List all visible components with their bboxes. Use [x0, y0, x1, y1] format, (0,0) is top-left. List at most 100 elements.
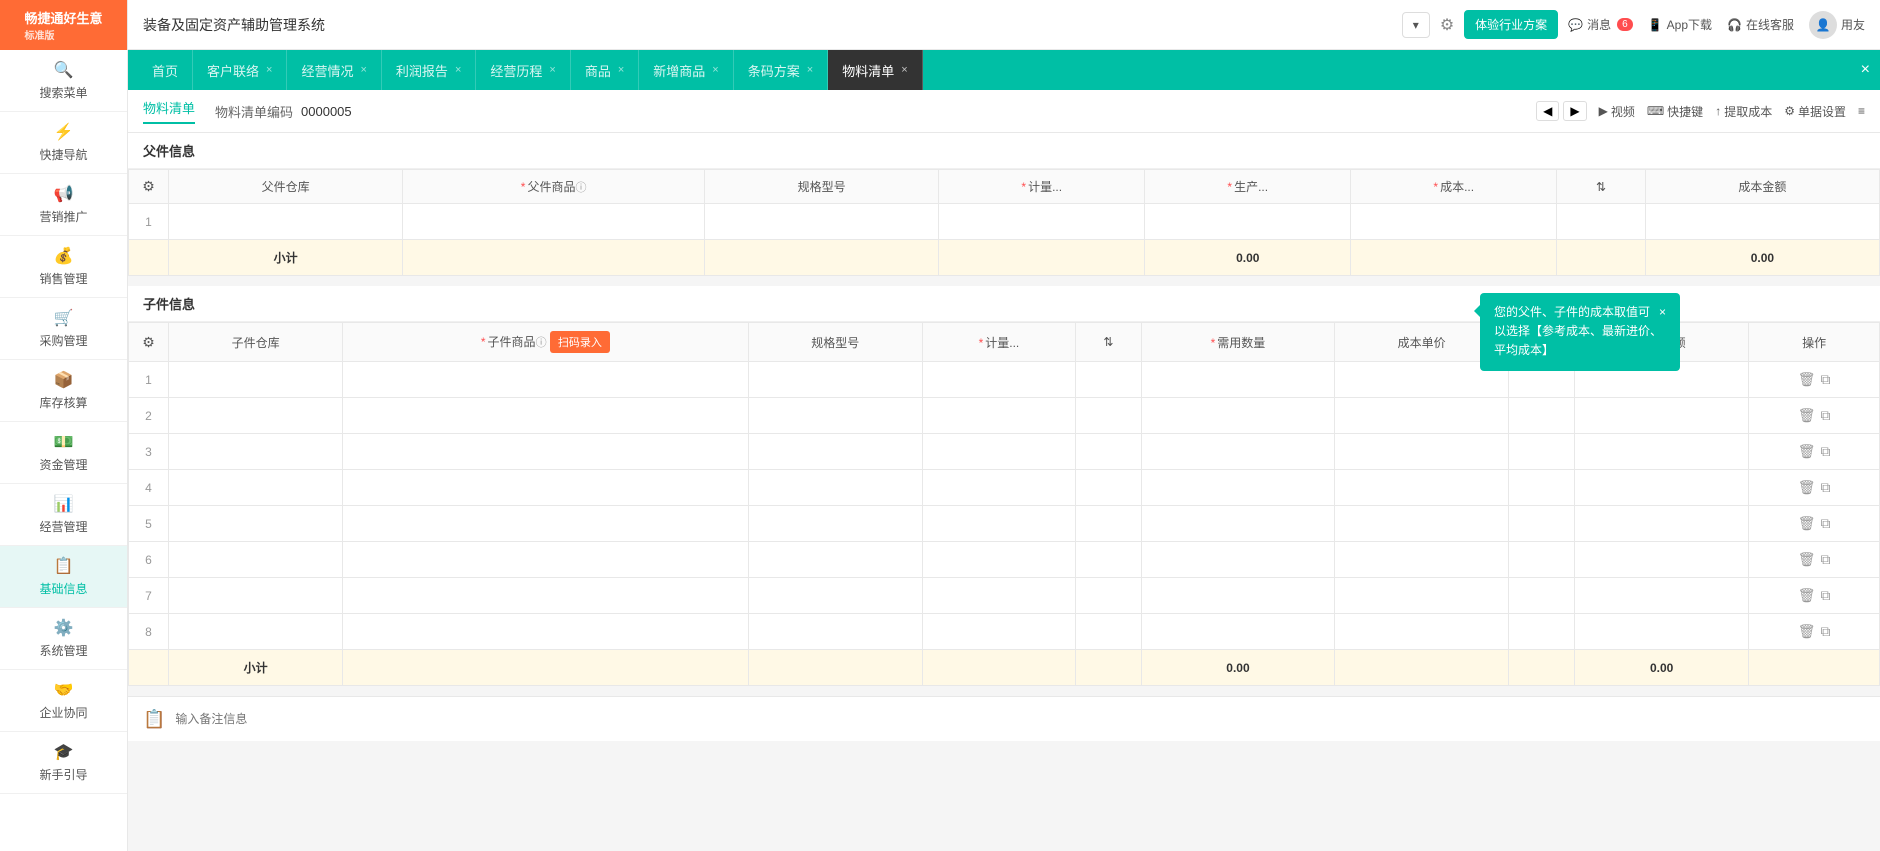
child-row-1-copy-icon[interactable]: ⧉ — [1821, 371, 1831, 388]
sidebar-item-enterprise[interactable]: 🤝 企业协同 — [0, 670, 127, 732]
child-row-6-unit-cost[interactable] — [1335, 542, 1509, 578]
child-row-1-qty[interactable] — [1141, 362, 1334, 398]
child-row-6-copy-icon[interactable]: ⧉ — [1821, 551, 1831, 568]
child-row-1-product[interactable] — [343, 362, 748, 398]
child-row-5-copy-icon[interactable]: ⧉ — [1821, 515, 1831, 532]
sidebar-item-quicknav[interactable]: ⚡ 快捷导航 — [0, 112, 127, 174]
child-th-gear[interactable]: ⚙ — [129, 323, 169, 362]
tab-goods[interactable]: 商品 × — [571, 50, 639, 90]
child-row-2-unit[interactable] — [922, 398, 1075, 434]
user-action[interactable]: 👤 用友 — [1809, 11, 1865, 39]
child-row-1-spec[interactable] — [748, 362, 922, 398]
child-row-8-unit[interactable] — [922, 614, 1075, 650]
child-row-3-product[interactable] — [343, 434, 748, 470]
nav-prev-btn[interactable]: ◀ — [1536, 101, 1559, 121]
child-row-1-delete-icon[interactable]: 🗑 — [1798, 371, 1816, 388]
child-row-5-warehouse[interactable] — [169, 506, 343, 542]
child-row-3-unit-cost[interactable] — [1335, 434, 1509, 470]
child-row-8-spec[interactable] — [748, 614, 922, 650]
child-row-2-unit-cost[interactable] — [1335, 398, 1509, 434]
child-row-6-product[interactable] — [343, 542, 748, 578]
child-row-4-copy-icon[interactable]: ⧉ — [1821, 479, 1831, 496]
tab-history[interactable]: 经营历程 × — [476, 50, 570, 90]
child-row-7-product[interactable] — [343, 578, 748, 614]
message-action[interactable]: 💬 消息 6 — [1568, 16, 1633, 33]
sidebar-item-purchase[interactable]: 🛒 采购管理 — [0, 298, 127, 360]
sidebar-item-finance[interactable]: 💵 资金管理 — [0, 422, 127, 484]
nav-next-btn[interactable]: ▶ — [1563, 101, 1586, 121]
child-row-7-warehouse[interactable] — [169, 578, 343, 614]
settings-icon[interactable]: ⚙ — [1440, 15, 1454, 35]
tab-customers-close[interactable]: × — [266, 64, 272, 76]
child-row-2-spec[interactable] — [748, 398, 922, 434]
child-row-4-delete-icon[interactable]: 🗑 — [1798, 479, 1816, 496]
online-service-action[interactable]: 🎧 在线客服 — [1727, 16, 1794, 33]
tab-home[interactable]: 首页 — [138, 50, 193, 90]
scan-btn[interactable]: 扫码录入 — [550, 331, 610, 353]
child-row-5-qty[interactable] — [1141, 506, 1334, 542]
child-row-3-spec[interactable] — [748, 434, 922, 470]
child-row-5-delete-icon[interactable]: 🗑 — [1798, 515, 1816, 532]
child-row-3-warehouse[interactable] — [169, 434, 343, 470]
child-row-4-warehouse[interactable] — [169, 470, 343, 506]
single-settings-action[interactable]: ⚙ 单据设置 — [1784, 103, 1846, 120]
child-row-2-warehouse[interactable] — [169, 398, 343, 434]
tab-operations[interactable]: 经营情况 × — [287, 50, 381, 90]
child-row-7-unit-cost[interactable] — [1335, 578, 1509, 614]
child-row-8-unit-cost[interactable] — [1335, 614, 1509, 650]
page-tab-bom-list[interactable]: 物料清单 — [143, 98, 195, 124]
sidebar-item-marketing[interactable]: 📢 营销推广 — [0, 174, 127, 236]
sidebar-item-basics[interactable]: 📋 基础信息 — [0, 546, 127, 608]
tab-profit-close[interactable]: × — [455, 64, 461, 76]
child-row-4-spec[interactable] — [748, 470, 922, 506]
extract-cost-action[interactable]: ↑ 提取成本 — [1715, 103, 1772, 120]
tab-new-goods[interactable]: 新增商品 × — [639, 50, 733, 90]
child-row-6-spec[interactable] — [748, 542, 922, 578]
child-row-4-unit-cost[interactable] — [1335, 470, 1509, 506]
tab-barcode-close[interactable]: × — [807, 64, 813, 76]
parent-th-gear[interactable]: ⚙ — [129, 170, 169, 204]
child-row-3-delete-icon[interactable]: 🗑 — [1798, 443, 1816, 460]
sidebar-item-operations[interactable]: 📊 经营管理 — [0, 484, 127, 546]
child-row-1-unit[interactable] — [922, 362, 1075, 398]
child-row-7-unit[interactable] — [922, 578, 1075, 614]
tab-barcode[interactable]: 条码方案 × — [734, 50, 828, 90]
parent-row-1-unit[interactable] — [939, 204, 1145, 240]
parent-row-1-warehouse[interactable] — [169, 204, 403, 240]
tab-operations-close[interactable]: × — [360, 64, 366, 76]
child-row-5-product[interactable] — [343, 506, 748, 542]
child-row-3-copy-icon[interactable]: ⧉ — [1821, 443, 1831, 460]
tab-new-goods-close[interactable]: × — [712, 64, 718, 76]
child-row-7-spec[interactable] — [748, 578, 922, 614]
app-download-action[interactable]: 📱 App下载 — [1648, 16, 1712, 33]
child-row-8-copy-icon[interactable]: ⧉ — [1821, 623, 1831, 640]
view-action[interactable]: ▶ 视频 — [1599, 103, 1635, 120]
sidebar-item-inventory[interactable]: 📦 库存核算 — [0, 360, 127, 422]
sidebar-item-system[interactable]: ⚙️ 系统管理 — [0, 608, 127, 670]
child-row-8-product[interactable] — [343, 614, 748, 650]
remark-input[interactable] — [175, 712, 1865, 726]
child-row-8-warehouse[interactable] — [169, 614, 343, 650]
tab-history-close[interactable]: × — [549, 64, 555, 76]
tab-profit[interactable]: 利润报告 × — [382, 50, 476, 90]
close-all-tabs[interactable]: × — [1861, 61, 1870, 79]
child-row-2-delete-icon[interactable]: 🗑 — [1798, 407, 1816, 424]
child-row-7-qty[interactable] — [1141, 578, 1334, 614]
child-row-4-qty[interactable] — [1141, 470, 1334, 506]
child-row-2-qty[interactable] — [1141, 398, 1334, 434]
child-row-7-copy-icon[interactable]: ⧉ — [1821, 587, 1831, 604]
child-row-5-spec[interactable] — [748, 506, 922, 542]
child-row-6-delete-icon[interactable]: 🗑 — [1798, 551, 1816, 568]
child-row-6-unit[interactable] — [922, 542, 1075, 578]
child-row-5-unit-cost[interactable] — [1335, 506, 1509, 542]
tab-bom[interactable]: 物料清单 × — [828, 50, 922, 90]
tooltip-close-btn[interactable]: × — [1659, 303, 1666, 322]
child-row-4-unit[interactable] — [922, 470, 1075, 506]
tab-bom-close[interactable]: × — [901, 64, 907, 76]
child-row-8-delete-icon[interactable]: 🗑 — [1798, 623, 1816, 640]
child-row-6-warehouse[interactable] — [169, 542, 343, 578]
child-row-8-qty[interactable] — [1141, 614, 1334, 650]
tab-customers[interactable]: 客户联络 × — [193, 50, 287, 90]
dropdown-btn[interactable]: ▾ — [1402, 12, 1430, 38]
child-row-7-delete-icon[interactable]: 🗑 — [1798, 587, 1816, 604]
